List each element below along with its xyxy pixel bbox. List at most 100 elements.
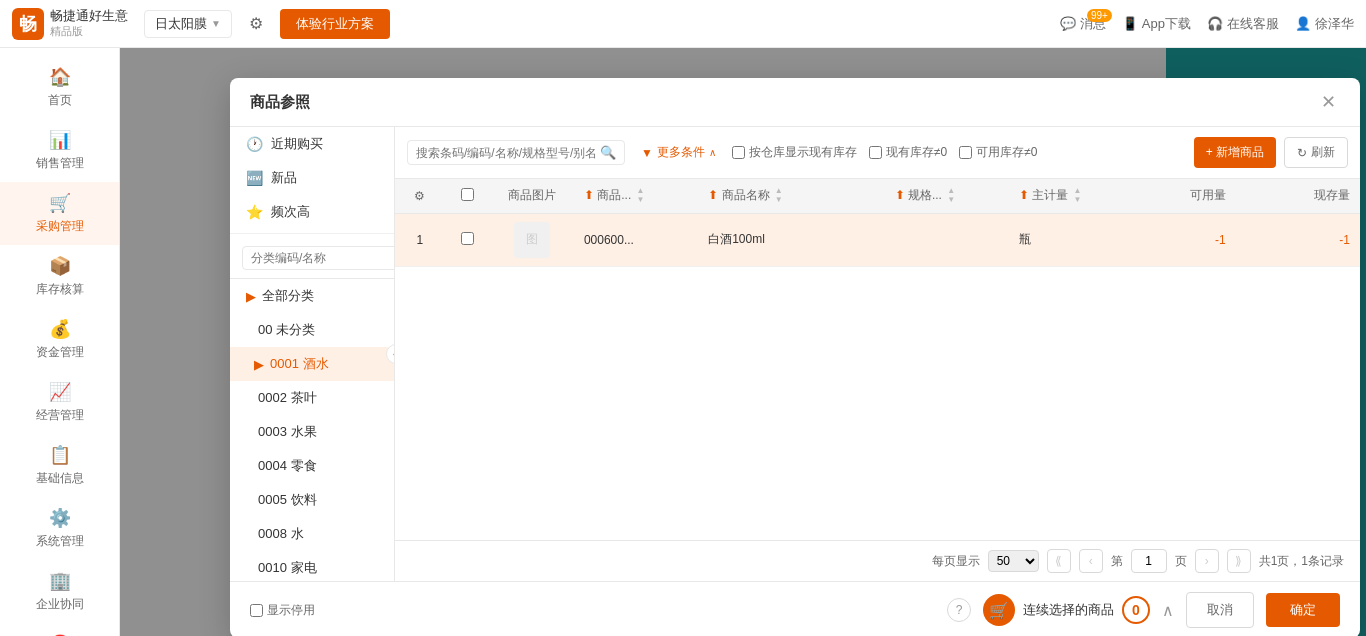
action-buttons: + 新增商品 ↻ 刷新 xyxy=(1194,137,1348,168)
usable-stock-checkbox[interactable]: 可用库存≠0 xyxy=(959,144,1037,161)
sidebar-item-home[interactable]: 🏠 首页 xyxy=(0,56,119,119)
top-nav: 畅 畅捷通好生意 精品版 日太阳膜 ▼ ⚙ 体验行业方案 💬 消息 99+ 📱 … xyxy=(0,0,1366,48)
sidebar-item-purchase[interactable]: 🛒 采购管理 xyxy=(0,182,119,245)
cat-fruit[interactable]: 0003 水果 xyxy=(230,415,394,449)
more-filters-btn[interactable]: ▼ 更多条件 ∧ xyxy=(633,140,724,165)
cat-tea[interactable]: 0002 茶叶 xyxy=(230,381,394,415)
search-submit-icon[interactable]: 🔍 xyxy=(600,145,616,160)
row-name: 白酒100ml xyxy=(698,213,884,266)
logo-text: 畅捷通好生意 xyxy=(50,8,128,25)
row-checkbox[interactable] xyxy=(461,232,474,245)
messages-btn[interactable]: 💬 消息 99+ xyxy=(1060,15,1106,33)
th-spec[interactable]: ⬆ 规格... ▲▼ xyxy=(885,179,1009,213)
sales-icon: 📊 xyxy=(49,129,71,151)
logo-text-group: 畅捷通好生意 精品版 xyxy=(50,8,128,40)
row-num: 1 xyxy=(395,213,445,266)
layout: 🏠 首页 📊 销售管理 🛒 采购管理 📦 库存核算 💰 资金管理 📈 经营管理 … xyxy=(0,48,1366,636)
sort-icon: ⬆ xyxy=(584,188,594,202)
cart-area[interactable]: 🛒 连续选择的商品 0 xyxy=(983,594,1150,626)
inventory-icon: 📦 xyxy=(49,255,71,277)
cart-count: 0 xyxy=(1122,596,1150,624)
user-avatar[interactable]: 👤 徐泽华 xyxy=(1295,15,1354,33)
cart-collapse-btn[interactable]: ∧ xyxy=(1162,601,1174,620)
tenant-selector[interactable]: 日太阳膜 ▼ xyxy=(144,10,232,38)
product-search-input[interactable] xyxy=(416,146,596,160)
cat-drink[interactable]: 0005 饮料 xyxy=(230,483,394,517)
page-next-btn[interactable]: › xyxy=(1195,549,1219,573)
modal-close-button[interactable]: ✕ xyxy=(1316,90,1340,114)
refresh-btn[interactable]: ↻ 刷新 xyxy=(1284,137,1348,168)
sidebar-item-enterprise[interactable]: 🏢 企业协同 xyxy=(0,560,119,623)
cat-appliance[interactable]: 0010 家电 xyxy=(230,551,394,581)
chevron-down-icon: ▼ xyxy=(211,18,221,29)
th-stock: 现存量 xyxy=(1236,179,1360,213)
star-icon: ⭐ xyxy=(246,204,263,220)
cat-arrow-icon: ▶ xyxy=(254,357,264,372)
purchase-icon: 🛒 xyxy=(49,192,71,214)
help-icon[interactable]: ? xyxy=(947,598,971,622)
sort-icon-spec: ⬆ xyxy=(895,188,905,202)
th-settings: ⚙ xyxy=(395,179,445,213)
logo-sub: 精品版 xyxy=(50,24,128,39)
cart-icon: 🛒 xyxy=(983,594,1015,626)
page-first-btn[interactable]: ⟪ xyxy=(1047,549,1071,573)
th-available: 可用量 xyxy=(1111,179,1235,213)
sidebar-item-inventory[interactable]: 📦 库存核算 xyxy=(0,245,119,308)
table-body: 1 图 000600... 白酒100ml xyxy=(395,213,1360,266)
checkbox-group: 按仓库显示现有库存 现有库存≠0 可用库存≠0 xyxy=(732,144,1186,161)
th-name[interactable]: ⬆ 商品名称 ▲▼ xyxy=(698,179,884,213)
finance-icon: 💰 xyxy=(49,318,71,340)
page-size-select[interactable]: 50 10 20 100 xyxy=(988,550,1039,572)
warehouse-stock-checkbox[interactable]: 按仓库显示现有库存 xyxy=(732,144,857,161)
sidebar-item-operations[interactable]: 📈 经营管理 xyxy=(0,371,119,434)
add-product-btn[interactable]: + 新增商品 xyxy=(1194,137,1276,168)
page-label: 第 xyxy=(1111,553,1123,570)
modal-footer: 显示停用 ? 🛒 连续选择的商品 0 ∧ 取消 确定 xyxy=(230,581,1360,636)
cancel-button[interactable]: 取消 xyxy=(1186,592,1254,628)
sidebar-item-guide[interactable]: 🎯 新手引导 xyxy=(0,623,119,636)
logo-area: 畅 畅捷通好生意 精品版 xyxy=(12,8,128,40)
sidebar-item-finance[interactable]: 💰 资金管理 xyxy=(0,308,119,371)
app-download-btn[interactable]: 📱 App下载 xyxy=(1122,15,1191,33)
new-products-nav[interactable]: 🆕 新品 xyxy=(230,161,394,195)
cat-all[interactable]: ▶ 全部分类 xyxy=(230,279,394,313)
page-prev-btn[interactable]: ‹ xyxy=(1079,549,1103,573)
show-disabled-checkbox[interactable]: 显示停用 xyxy=(250,602,315,619)
select-all-checkbox[interactable] xyxy=(461,188,474,201)
row-available: -1 xyxy=(1111,213,1235,266)
expand-icon: ▶ xyxy=(246,289,256,304)
th-code[interactable]: ⬆ 商品... ▲▼ xyxy=(574,179,698,213)
modal-body: 🕐 近期购买 🆕 新品 ⭐ 频次高 🔍 xyxy=(230,127,1360,581)
sort-icon-unit: ⬆ xyxy=(1019,188,1029,202)
cat-unclassified[interactable]: 00 未分类 xyxy=(230,313,394,347)
avatar-icon: 👤 xyxy=(1295,16,1311,31)
page-last-btn[interactable]: ⟫ xyxy=(1227,549,1251,573)
new-products-icon: 🆕 xyxy=(246,170,263,186)
category-search-input[interactable] xyxy=(242,246,395,270)
confirm-button[interactable]: 确定 xyxy=(1266,593,1340,627)
cat-snack[interactable]: 0004 零食 xyxy=(230,449,394,483)
show-disabled-input[interactable] xyxy=(250,604,263,617)
th-unit[interactable]: ⬆ 主计量 ▲▼ xyxy=(1009,179,1112,213)
operations-icon: 📈 xyxy=(49,381,71,403)
cat-water[interactable]: 0008 水 xyxy=(230,517,394,551)
sidebar-item-system[interactable]: ⚙️ 系统管理 xyxy=(0,497,119,560)
settings-icon[interactable]: ⚙ xyxy=(240,8,272,40)
high-frequency-nav[interactable]: ⭐ 频次高 xyxy=(230,195,394,229)
product-image-placeholder: 图 xyxy=(514,222,550,258)
system-icon: ⚙️ xyxy=(49,507,71,529)
filter-chevron-icon: ∧ xyxy=(709,147,716,158)
table-row[interactable]: 1 图 000600... 白酒100ml xyxy=(395,213,1360,266)
trial-btn[interactable]: 体验行业方案 xyxy=(280,9,390,39)
sidebar-item-basic-info[interactable]: 📋 基础信息 xyxy=(0,434,119,497)
settings-col-icon[interactable]: ⚙ xyxy=(414,189,425,203)
online-service-btn[interactable]: 🎧 在线客服 xyxy=(1207,15,1279,33)
available-stock-checkbox[interactable]: 现有库存≠0 xyxy=(869,144,947,161)
cat-liquor[interactable]: ▶ 0001 酒水 xyxy=(230,347,394,381)
recent-purchase-nav[interactable]: 🕐 近期购买 xyxy=(230,127,394,161)
page-number-input[interactable] xyxy=(1131,549,1167,573)
headset-icon: 🎧 xyxy=(1207,16,1223,31)
sidebar-item-sales[interactable]: 📊 销售管理 xyxy=(0,119,119,182)
spec-sort-icons: ▲▼ xyxy=(947,187,955,205)
message-icon: 💬 xyxy=(1060,16,1076,31)
